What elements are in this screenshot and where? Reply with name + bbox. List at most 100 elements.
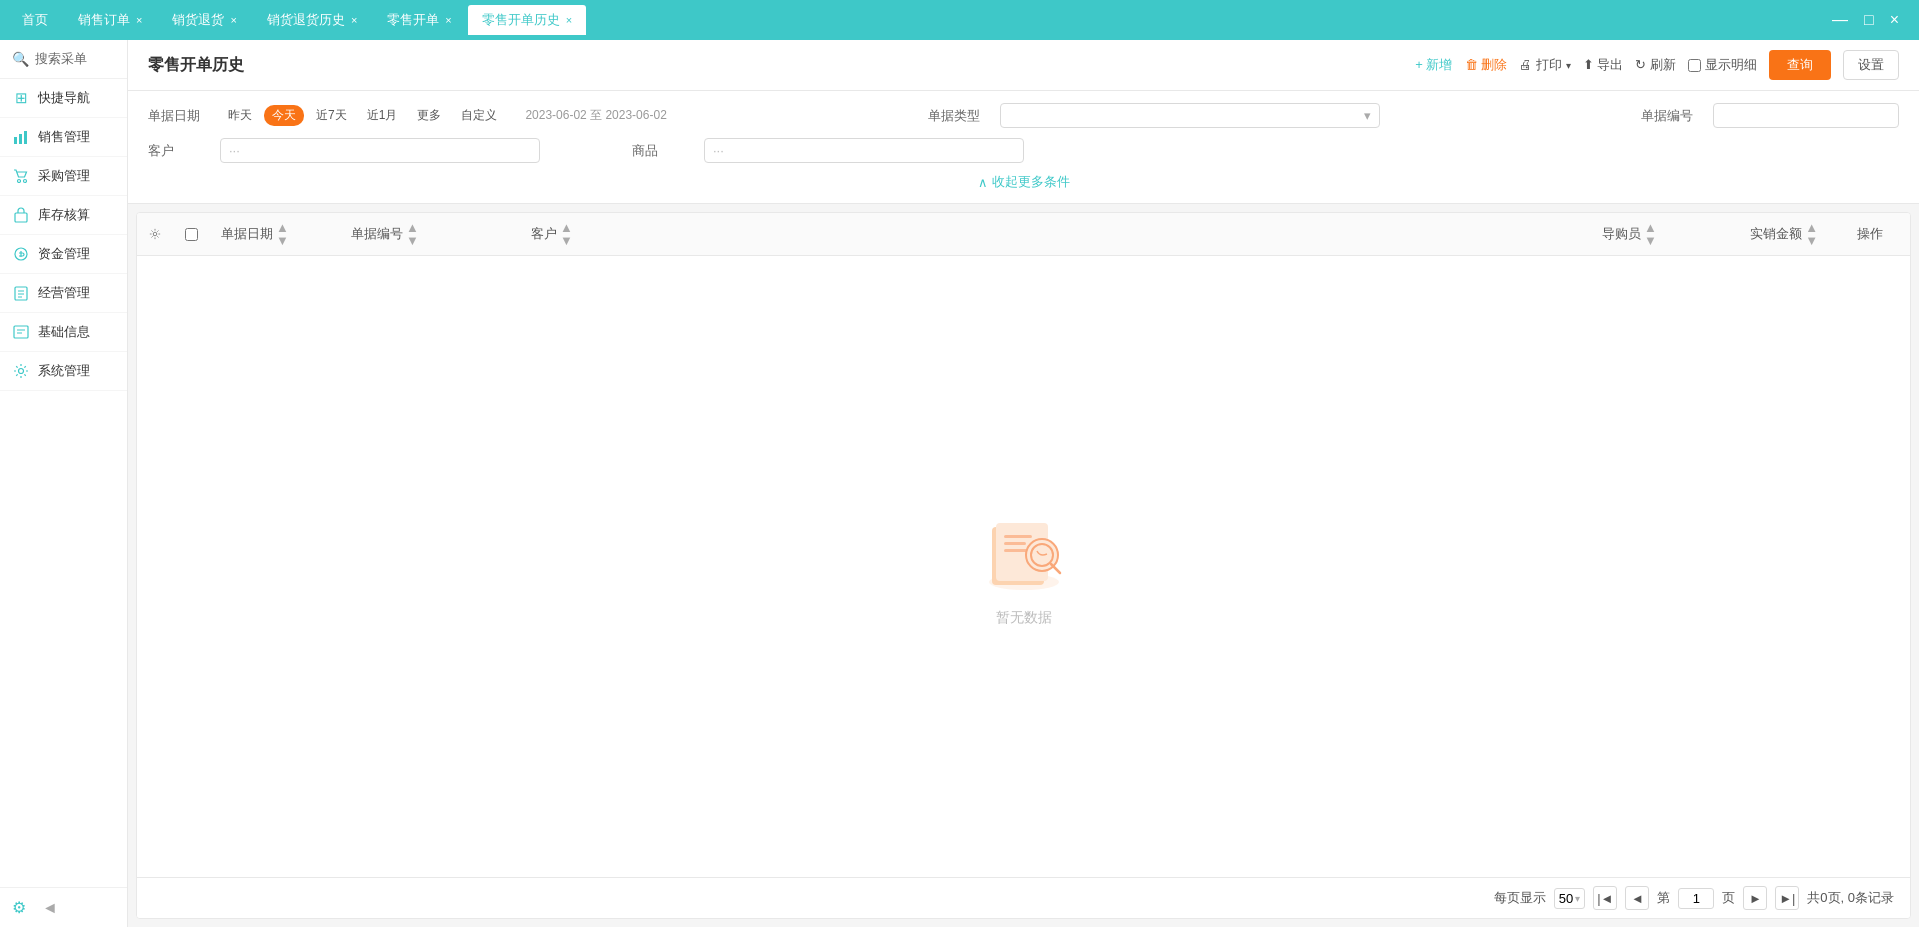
- show-detail-checkbox[interactable]: [1688, 59, 1701, 72]
- basic-info-icon: [12, 323, 30, 341]
- sidebar-item-operations[interactable]: 经营管理: [0, 274, 127, 313]
- filter-row-1: 单据日期 昨天 今天 近7天 近1月 更多 自定义 2023-06-02 至 2…: [148, 103, 1899, 128]
- tab-sales-return-history[interactable]: 销货退货历史 ×: [253, 5, 371, 35]
- sidebar-item-finance[interactable]: 资金管理: [0, 235, 127, 274]
- filter-row-2: 客户 ··· 商品 ···: [148, 138, 1899, 163]
- th-guide-label: 导购员: [1602, 225, 1641, 243]
- th-customer[interactable]: 客户 ▲▼: [519, 221, 1590, 247]
- set-button[interactable]: 设置: [1843, 50, 1899, 80]
- tab-retail-history[interactable]: 零售开单历史 ×: [468, 5, 586, 35]
- collapse-sidebar-icon[interactable]: ◄: [42, 899, 58, 917]
- doc-num-label: 单据编号: [1641, 107, 1697, 125]
- doc-type-select[interactable]: ▾: [1000, 103, 1380, 128]
- date-btn-today[interactable]: 今天: [264, 105, 304, 126]
- settings-icon[interactable]: ⚙: [12, 898, 26, 917]
- svg-rect-0: [14, 137, 17, 144]
- minimize-button[interactable]: —: [1828, 11, 1852, 29]
- tab-close-sales-order[interactable]: ×: [136, 14, 142, 26]
- th-date-label: 单据日期: [221, 225, 273, 243]
- operations-icon: [12, 284, 30, 302]
- empty-icon: [974, 507, 1074, 597]
- sidebar: 🔍 搜索采单 ⊞ 快捷导航 销售管理 采购管理 库存核算: [0, 40, 128, 927]
- th-date[interactable]: 单据日期 ▲▼: [209, 221, 339, 247]
- sidebar-item-label: 库存核算: [38, 206, 90, 224]
- th-customer-label: 客户: [531, 225, 557, 243]
- goods-label: 商品: [632, 142, 688, 160]
- th-checkbox[interactable]: [173, 228, 209, 241]
- tab-close-sales-return[interactable]: ×: [230, 14, 236, 26]
- sidebar-item-inventory[interactable]: 库存核算: [0, 196, 127, 235]
- empty-state: 暂无数据: [137, 256, 1910, 877]
- system-icon: [12, 362, 30, 380]
- date-btn-7days[interactable]: 近7天: [308, 105, 355, 126]
- th-settings[interactable]: [137, 227, 173, 241]
- customer-select[interactable]: ···: [220, 138, 540, 163]
- th-amount-label: 实销金额: [1750, 225, 1802, 243]
- print-button[interactable]: 🖨 打印 ▾: [1519, 56, 1571, 74]
- delete-button[interactable]: 🗑 删除: [1465, 56, 1508, 74]
- th-amount[interactable]: 实销金额 ▲▼: [1710, 221, 1830, 247]
- tab-close-retail-open[interactable]: ×: [445, 14, 451, 26]
- collapse-label: 收起更多条件: [992, 173, 1070, 191]
- date-range-display: 2023-06-02 至 2023-06-02: [525, 107, 666, 124]
- svg-point-4: [24, 180, 27, 183]
- date-btn-custom[interactable]: 自定义: [453, 105, 505, 126]
- first-page-button[interactable]: |◄: [1593, 886, 1617, 910]
- sidebar-item-quick-nav[interactable]: ⊞ 快捷导航: [0, 79, 127, 118]
- empty-text: 暂无数据: [996, 609, 1052, 627]
- page-title: 零售开单历史: [148, 55, 244, 76]
- prev-page-button[interactable]: ◄: [1625, 886, 1649, 910]
- tab-home[interactable]: 首页: [8, 5, 62, 35]
- tab-retail-open[interactable]: 零售开单 ×: [373, 5, 465, 35]
- print-dropdown-icon: ▾: [1566, 60, 1571, 71]
- next-page-button[interactable]: ►: [1743, 886, 1767, 910]
- table-header: 单据日期 ▲▼ 单据编号 ▲▼ 客户 ▲▼ 导购员 ▲▼ 实销金额 ▲▼: [137, 213, 1910, 256]
- tab-sales-order[interactable]: 销售订单 ×: [64, 5, 156, 35]
- doc-num-input[interactable]: [1713, 103, 1899, 128]
- per-page-select[interactable]: 50 ▾: [1554, 888, 1585, 909]
- refresh-button[interactable]: ↻ 刷新: [1635, 56, 1676, 74]
- th-guide[interactable]: 导购员 ▲▼: [1590, 221, 1710, 247]
- sidebar-bottom: ⚙ ◄: [0, 887, 127, 927]
- last-page-button[interactable]: ►|: [1775, 886, 1799, 910]
- main-layout: 🔍 搜索采单 ⊞ 快捷导航 销售管理 采购管理 库存核算: [0, 40, 1919, 927]
- svg-point-3: [18, 180, 21, 183]
- num-sort-icon: ▲▼: [406, 221, 419, 247]
- tab-sales-return[interactable]: 销货退货 ×: [158, 5, 250, 35]
- goods-placeholder: ···: [713, 143, 724, 158]
- date-btn-yesterday[interactable]: 昨天: [220, 105, 260, 126]
- sidebar-item-system[interactable]: 系统管理: [0, 352, 127, 391]
- date-btn-more[interactable]: 更多: [409, 105, 449, 126]
- collapse-filter-btn[interactable]: ∧ 收起更多条件: [978, 173, 1070, 191]
- sidebar-item-label: 资金管理: [38, 245, 90, 263]
- sidebar-search[interactable]: 🔍 搜索采单: [0, 40, 127, 79]
- query-button[interactable]: 查询: [1769, 50, 1831, 80]
- sidebar-item-purchase-mgmt[interactable]: 采购管理: [0, 157, 127, 196]
- goods-select[interactable]: ···: [704, 138, 1024, 163]
- page-number-input[interactable]: 1: [1678, 888, 1714, 909]
- sidebar-item-label: 采购管理: [38, 167, 90, 185]
- collapse-icon: ∧: [978, 175, 988, 190]
- maximize-button[interactable]: □: [1860, 11, 1878, 29]
- window-controls: — □ ×: [1828, 11, 1911, 29]
- sidebar-search-label: 搜索采单: [35, 50, 87, 68]
- sidebar-item-label: 快捷导航: [38, 89, 90, 107]
- sidebar-item-sales-mgmt[interactable]: 销售管理: [0, 118, 127, 157]
- show-detail-checkbox-group: 显示明细: [1688, 56, 1757, 74]
- svg-rect-15: [1004, 542, 1026, 545]
- select-all-checkbox[interactable]: [185, 228, 198, 241]
- sidebar-item-basic-info[interactable]: 基础信息: [0, 313, 127, 352]
- add-button[interactable]: + 新增: [1415, 56, 1452, 74]
- svg-point-9: [19, 369, 24, 374]
- svg-line-19: [1051, 564, 1060, 573]
- tab-close-sales-return-history[interactable]: ×: [351, 14, 357, 26]
- date-btn-1month[interactable]: 近1月: [359, 105, 406, 126]
- export-button[interactable]: ⬆ 导出: [1583, 56, 1624, 74]
- th-num-label: 单据编号: [351, 225, 403, 243]
- sidebar-item-label: 销售管理: [38, 128, 90, 146]
- page-word: 第: [1657, 889, 1670, 907]
- close-button[interactable]: ×: [1886, 11, 1903, 29]
- quick-nav-icon: ⊞: [12, 89, 30, 107]
- th-num[interactable]: 单据编号 ▲▼: [339, 221, 519, 247]
- tab-close-retail-history[interactable]: ×: [566, 14, 572, 26]
